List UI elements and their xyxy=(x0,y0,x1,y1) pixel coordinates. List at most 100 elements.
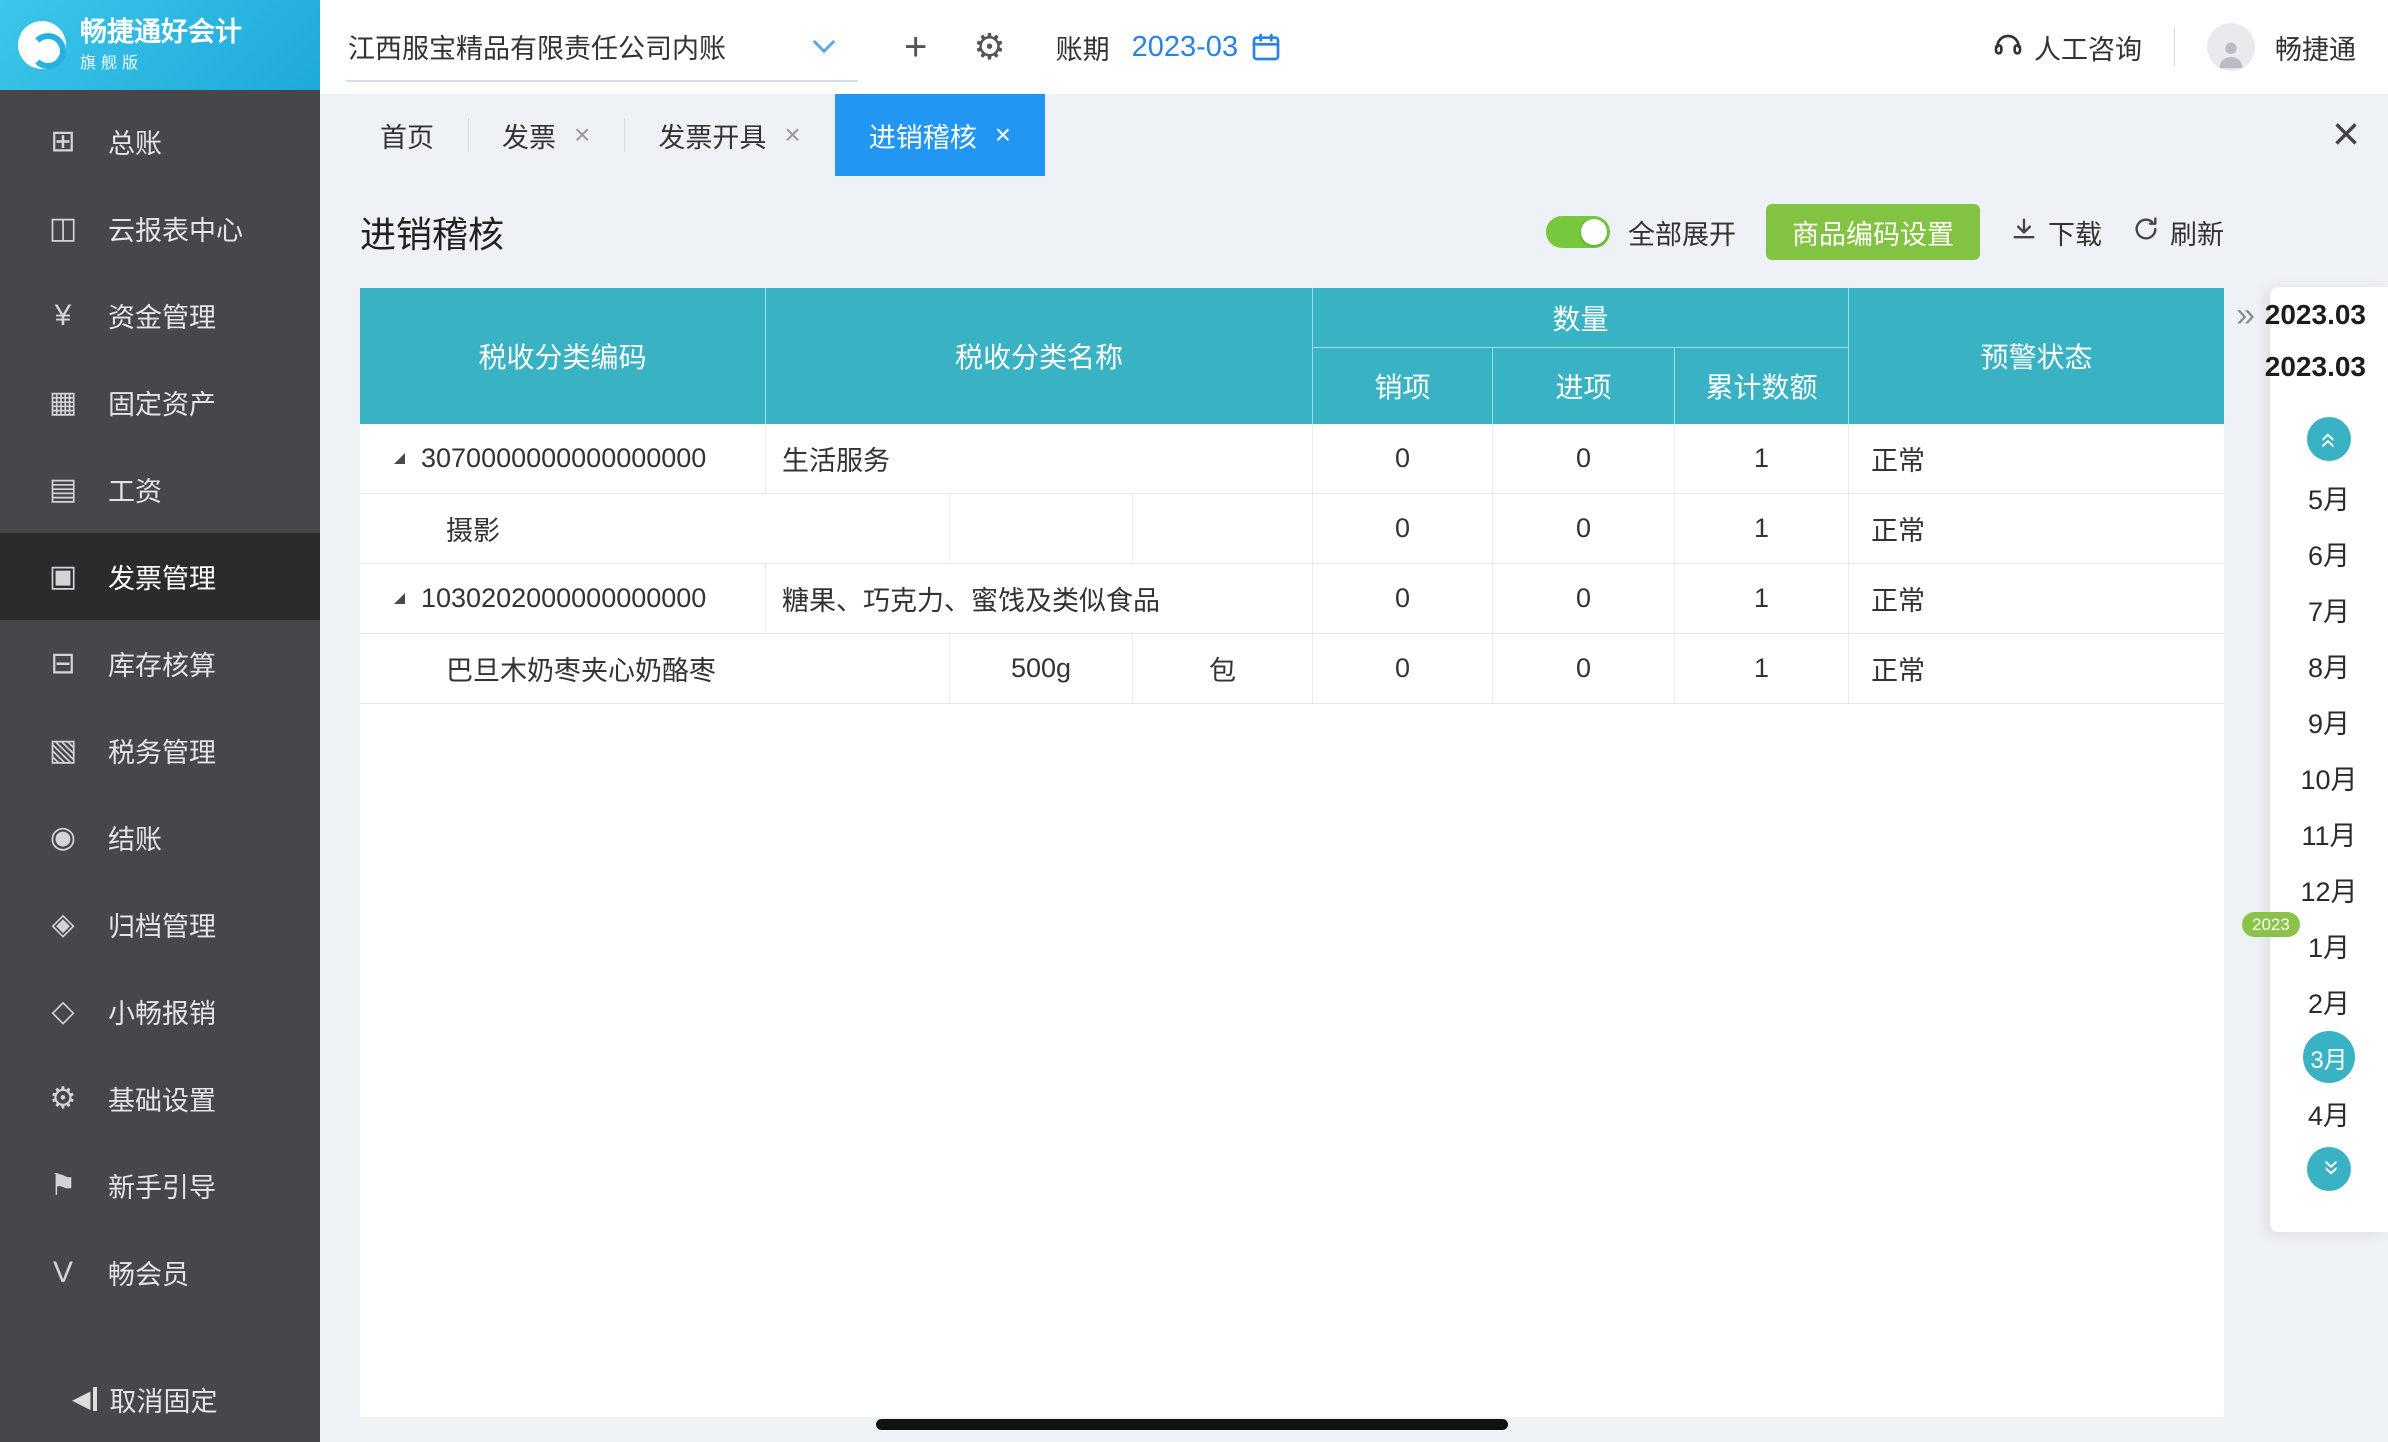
cell-item-name: 摄影 xyxy=(360,494,950,563)
calendar-icon[interactable] xyxy=(1250,31,1282,63)
reimburse-icon: ◇ xyxy=(51,995,75,1028)
tab-close-icon[interactable]: × xyxy=(995,121,1011,149)
sidebar-item-archive[interactable]: ◈ 归档管理 xyxy=(0,881,320,968)
sidebar-item-label: 云报表中心 xyxy=(108,216,243,246)
month-item[interactable]: 8月 xyxy=(2270,637,2388,693)
sidebar-item-label: 固定资产 xyxy=(108,390,216,420)
month-item[interactable]: 5月 xyxy=(2270,469,2388,525)
month-item[interactable]: 11月 xyxy=(2270,805,2388,861)
gear-icon[interactable]: ⚙ xyxy=(973,29,1005,65)
avatar[interactable] xyxy=(2207,23,2255,71)
sidebar-item-closing[interactable]: ◉ 结账 xyxy=(0,794,320,881)
cell-unit: 包 xyxy=(1133,634,1313,703)
app-title: 畅捷通好会计 xyxy=(80,17,242,48)
refresh-icon xyxy=(2132,215,2160,250)
sidebar-item-label: 资金管理 xyxy=(108,303,216,333)
month-item[interactable]: 4月 xyxy=(2270,1085,2388,1141)
month-list: 5月 6月 7月 8月 9月 10月 11月 12月 1月 2月 3月 4月 xyxy=(2270,469,2388,1141)
month-item[interactable]: 10月 xyxy=(2270,749,2388,805)
horizontal-scrollbar[interactable] xyxy=(876,1419,1508,1430)
month-item[interactable]: 3月 xyxy=(2270,1029,2388,1085)
divider xyxy=(2174,27,2175,67)
tab-label: 首页 xyxy=(380,122,434,153)
cell-output-qty: 0 xyxy=(1313,564,1493,633)
add-account-button[interactable]: + xyxy=(904,27,927,67)
tab-purchase-sales-audit[interactable]: 进销稽核 × xyxy=(834,94,1046,176)
sidebar-item-guide[interactable]: ⚑ 新手引导 xyxy=(0,1142,320,1229)
sidebar-item-inventory[interactable]: ⊟ 库存核算 xyxy=(0,620,320,707)
collapse-panel-icon[interactable]: » xyxy=(2236,298,2255,332)
funds-icon: ¥ xyxy=(54,298,72,332)
tab-home[interactable]: 首页 xyxy=(346,94,468,176)
month-item[interactable]: 12月 xyxy=(2270,861,2388,917)
cell-status: 正常 xyxy=(1871,586,1925,616)
sidebar-item-label: 税务管理 xyxy=(108,738,216,768)
ledger-icon: ⊞ xyxy=(50,125,76,158)
scroll-up-icon[interactable]: « xyxy=(2307,417,2351,461)
tabbar: 首页 发票 × 发票开具 × 进销稽核 × × xyxy=(320,94,2388,176)
cell-total-qty: 1 xyxy=(1675,494,1849,563)
product-code-settings-button[interactable]: 商品编码设置 xyxy=(1766,204,1980,260)
table-row[interactable]: 摄影 0 0 1 正常 xyxy=(360,494,2224,564)
tab-label: 进销稽核 xyxy=(868,122,977,153)
table-row[interactable]: 巴旦木奶枣夹心奶酪枣 500g 包 0 0 1 正常 xyxy=(360,634,2224,704)
scroll-down-icon[interactable]: « xyxy=(2307,1147,2351,1191)
refresh-button[interactable]: 刷新 xyxy=(2132,213,2224,252)
sidebar-item-general-ledger[interactable]: ⊞ 总账 xyxy=(0,98,320,185)
collapse-triangle-icon[interactable] xyxy=(394,453,405,464)
sidebar-item-invoice[interactable]: ▣ 发票管理 xyxy=(0,533,320,620)
sidebar-item-settings[interactable]: ⚙ 基础设置 xyxy=(0,1055,320,1142)
period-label: 账期 xyxy=(1055,34,1110,65)
tab-label: 发票开具 xyxy=(658,122,767,153)
sidebar-item-label: 总账 xyxy=(108,129,162,159)
close-icon[interactable]: × xyxy=(2332,111,2360,159)
expand-all-toggle[interactable] xyxy=(1546,216,1610,248)
sidebar: 畅捷通好会计 旗舰版 ⊞ 总账 ◫ 云报表中心 ¥ 资金管理 ▦ 固定资产 ▤ 工资 ▣ 发票管理 ⊟ 库… xyxy=(0,0,320,1442)
sidebar-item-reimburse[interactable]: ◇ 小畅报销 xyxy=(0,968,320,1055)
cell-output-qty: 0 xyxy=(1313,494,1493,563)
sidebar-item-label: 工资 xyxy=(108,477,162,507)
month-item[interactable]: 6月 xyxy=(2270,525,2388,581)
page-header: 进销稽核 全部展开 商品编码设置 下载 刷新 xyxy=(360,176,2224,288)
cell-status: 正常 xyxy=(1871,446,1925,476)
year-badge: 2023 xyxy=(2242,912,2300,937)
cell-output-qty: 0 xyxy=(1313,424,1493,493)
table-row[interactable]: 1030202000000000000 糖果、巧克力、蜜饯及类似食品 0 0 1 正常 xyxy=(360,564,2224,634)
sidebar-item-tax[interactable]: ▧ 税务管理 xyxy=(0,707,320,794)
cell-input-qty: 0 xyxy=(1493,494,1675,563)
tab-invoice-issue[interactable]: 发票开具 × xyxy=(624,94,834,176)
sidebar-item-payroll[interactable]: ▤ 工资 xyxy=(0,446,320,533)
archive-icon: ◈ xyxy=(51,908,75,941)
period-value[interactable]: 2023-03 xyxy=(1132,31,1238,64)
month-item[interactable]: 7月 xyxy=(2270,581,2388,637)
consult-button[interactable]: 人工咨询 xyxy=(1992,28,2142,67)
sidebar-item-cloud-reports[interactable]: ◫ 云报表中心 xyxy=(0,185,320,272)
consult-label: 人工咨询 xyxy=(2034,34,2142,65)
guide-icon: ⚑ xyxy=(49,1169,77,1202)
tab-invoice[interactable]: 发票 × xyxy=(468,94,624,176)
month-item[interactable]: 2月 xyxy=(2270,973,2388,1029)
sidebar-item-funds[interactable]: ¥ 资金管理 xyxy=(0,272,320,359)
invoice-icon: ▣ xyxy=(48,560,78,593)
collapse-triangle-icon[interactable] xyxy=(394,593,405,604)
table-header: 税收分类编码 税收分类名称 数量 销项 进项 累计数额 预警状态 xyxy=(360,288,2224,424)
member-icon: V xyxy=(52,1255,73,1289)
cell-total-qty: 1 xyxy=(1675,564,1849,633)
cell-input-qty: 0 xyxy=(1493,424,1675,493)
sidebar-item-member[interactable]: V 畅会员 xyxy=(0,1229,320,1316)
tab-close-icon[interactable]: × xyxy=(784,121,800,149)
table-row[interactable]: 3070000000000000000 生活服务 0 0 1 正常 xyxy=(360,424,2224,494)
selected-period[interactable]: 2023.03 xyxy=(2265,353,2388,381)
unpin-sidebar-button[interactable]: ◀ 取消固定 xyxy=(0,1356,320,1442)
month-item[interactable]: 9月 xyxy=(2270,693,2388,749)
sidebar-item-label: 结账 xyxy=(108,825,162,855)
sidebar-item-label: 归档管理 xyxy=(108,912,216,942)
company-selector[interactable]: 江西服宝精品有限责任公司内账 xyxy=(346,13,858,82)
cell-input-qty: 0 xyxy=(1493,634,1675,703)
tab-close-icon[interactable]: × xyxy=(574,121,590,149)
content: 进销稽核 全部展开 商品编码设置 下载 刷新 税收分类编码 税收分类名称 数量 … xyxy=(320,176,2388,1442)
unpin-label: 取消固定 xyxy=(109,1386,218,1417)
download-button[interactable]: 下载 xyxy=(2010,213,2102,252)
sidebar-item-label: 小畅报销 xyxy=(108,999,216,1029)
sidebar-item-fixed-assets[interactable]: ▦ 固定资产 xyxy=(0,359,320,446)
